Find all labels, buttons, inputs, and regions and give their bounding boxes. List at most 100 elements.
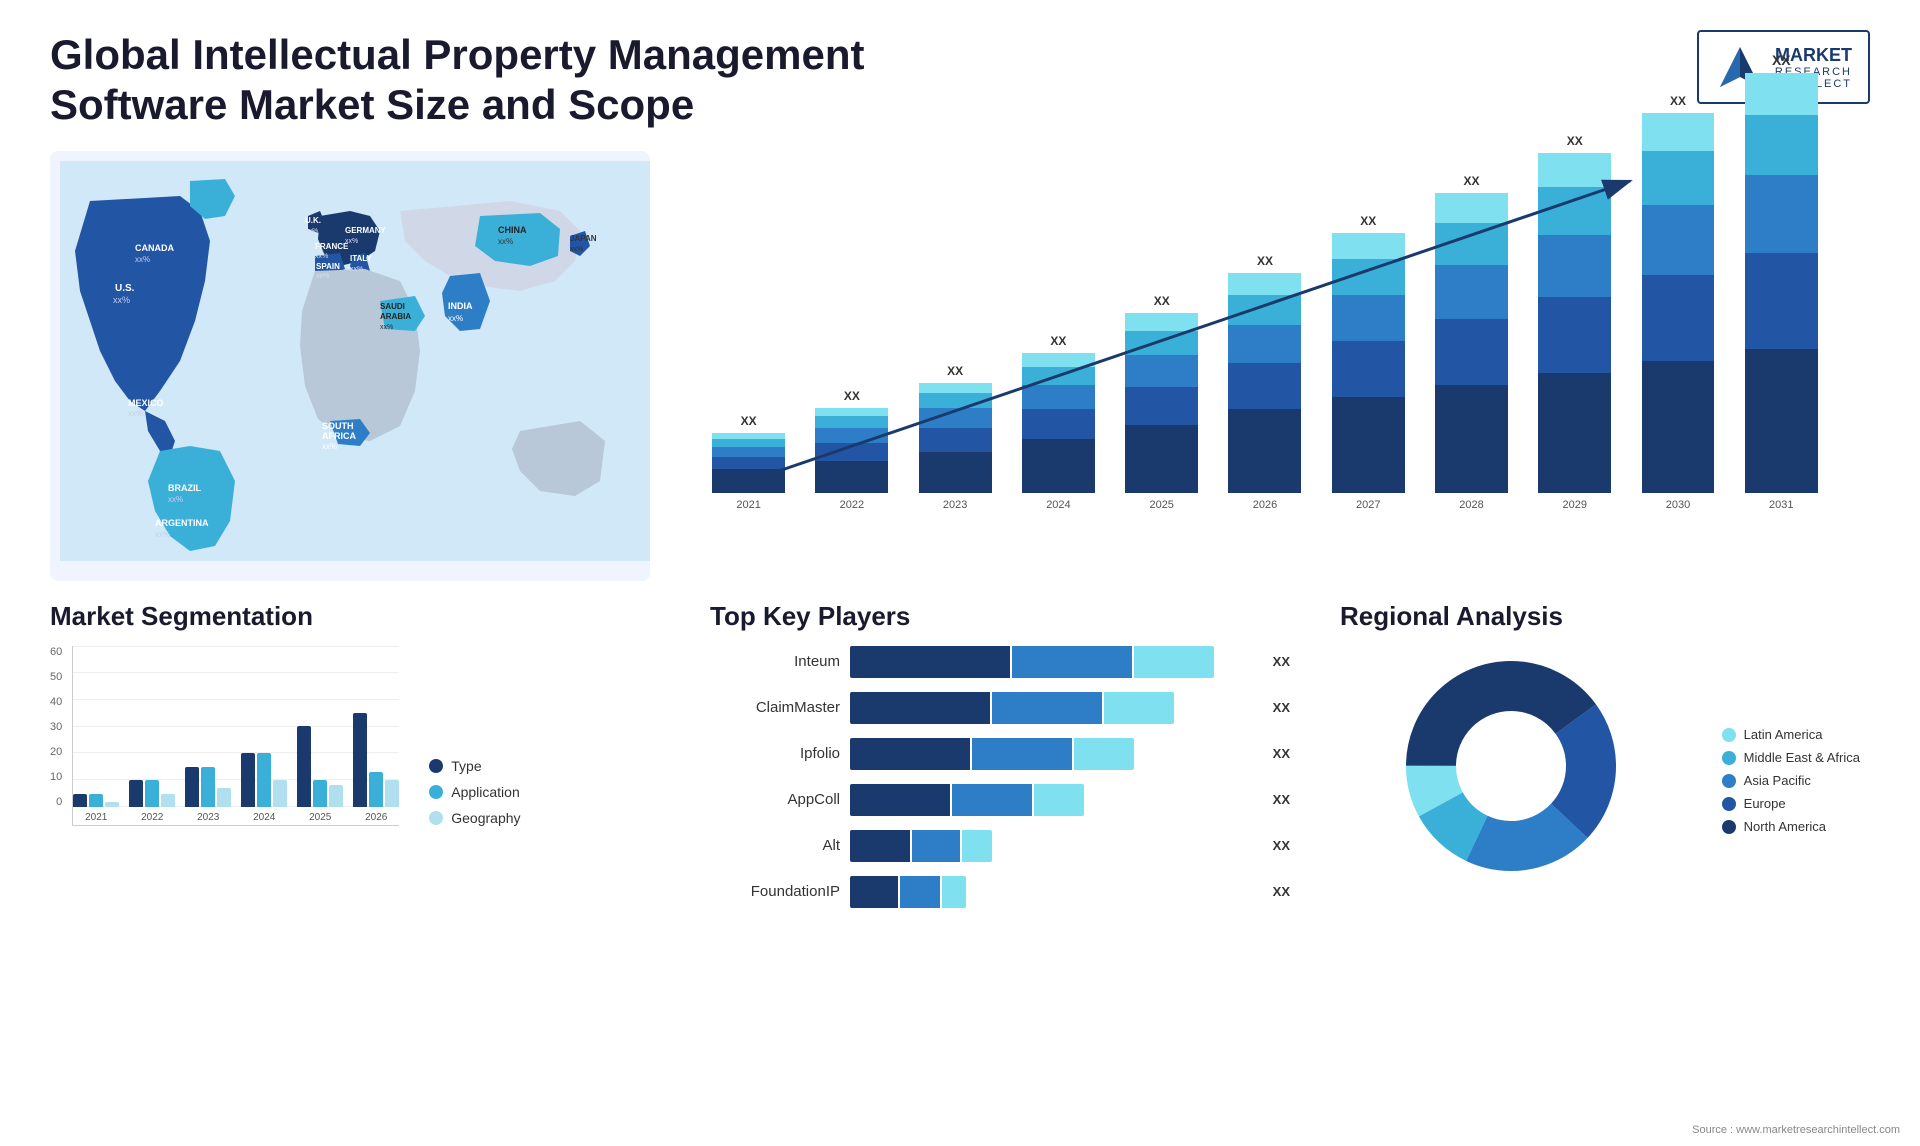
seg-group-2024: 2024 bbox=[241, 753, 287, 807]
bar-seg3-ac bbox=[1034, 784, 1084, 816]
header: Global Intellectual Property Management … bbox=[50, 30, 1870, 131]
bar-seg3-fp bbox=[942, 876, 966, 908]
svg-text:FRANCE: FRANCE bbox=[315, 242, 349, 251]
legend-app: Application bbox=[429, 784, 520, 800]
player-bar-ipfolio bbox=[850, 738, 1257, 770]
bar-label-2031: XX bbox=[1772, 52, 1791, 68]
top-row: U.S. xx% CANADA xx% MEXICO xx% BRAZIL xx… bbox=[50, 151, 1870, 581]
svg-text:xx%: xx% bbox=[168, 495, 183, 504]
bottom-row: Market Segmentation 0 10 20 30 40 50 60 bbox=[50, 591, 1870, 932]
bar-2026: XX 2026 bbox=[1216, 171, 1313, 511]
seg-app-2025 bbox=[313, 780, 327, 807]
seg-geo-2022 bbox=[161, 794, 175, 807]
grid-10 bbox=[73, 779, 399, 780]
seg-type-2025 bbox=[297, 726, 311, 807]
chart-area: XX 2021 XX bbox=[690, 171, 1840, 561]
source-text: Source : www.marketresearchintellect.com bbox=[1692, 1124, 1900, 1136]
svg-text:xx%: xx% bbox=[380, 324, 393, 331]
svg-text:xx%: xx% bbox=[448, 314, 463, 323]
svg-text:xx%: xx% bbox=[305, 228, 318, 235]
svg-text:GERMANY: GERMANY bbox=[345, 226, 387, 235]
y-20: 20 bbox=[50, 746, 62, 758]
key-players-title: Top Key Players bbox=[710, 601, 1290, 632]
svg-text:BRAZIL: BRAZIL bbox=[168, 483, 201, 493]
bar-seg1-ip bbox=[850, 738, 970, 770]
seg-geo-2021 bbox=[105, 802, 119, 807]
bar-stack-2030 bbox=[1642, 113, 1715, 493]
player-row-appcoll: AppColl XX bbox=[710, 784, 1290, 816]
year-2023: 2023 bbox=[943, 499, 967, 511]
bar-2031: XX 2031 bbox=[1733, 171, 1830, 511]
bar-2022: XX 2022 bbox=[803, 171, 900, 511]
bar-seg2-cm bbox=[992, 692, 1102, 724]
bar-stack-2021 bbox=[712, 433, 785, 493]
year-2024: 2024 bbox=[1046, 499, 1070, 511]
bar-label-2030: XX bbox=[1670, 94, 1686, 108]
legend-mea-dot bbox=[1722, 751, 1736, 765]
legend-type: Type bbox=[429, 758, 520, 774]
regional-layout: Latin America Middle East & Africa Asia … bbox=[1340, 646, 1860, 906]
bar-seg2-ac bbox=[952, 784, 1032, 816]
seg-label-2022: 2022 bbox=[141, 812, 163, 823]
player-bar-alt bbox=[850, 830, 1257, 862]
world-map-svg: U.S. xx% CANADA xx% MEXICO xx% BRAZIL xx… bbox=[60, 161, 650, 561]
svg-text:SOUTH: SOUTH bbox=[322, 421, 354, 431]
bar-label-2023: XX bbox=[947, 364, 963, 378]
svg-text:xx%: xx% bbox=[322, 442, 337, 451]
bar-2025: XX 2025 bbox=[1113, 171, 1210, 511]
legend-latin-label: Latin America bbox=[1744, 727, 1823, 742]
seg-app-2023 bbox=[201, 767, 215, 807]
bar-stack-2029 bbox=[1538, 153, 1611, 493]
player-name-alt: Alt bbox=[710, 837, 840, 854]
bar-2030: XX 2030 bbox=[1629, 171, 1726, 511]
svg-text:U.S.: U.S. bbox=[115, 283, 135, 294]
bar-2023: XX 2023 bbox=[907, 171, 1004, 511]
player-val-alt: XX bbox=[1273, 838, 1290, 853]
seg-label-2021: 2021 bbox=[85, 812, 107, 823]
player-val-inteum: XX bbox=[1273, 654, 1290, 669]
grid-lines bbox=[73, 646, 399, 807]
grid-50 bbox=[73, 672, 399, 673]
seg-group-2022: 2022 bbox=[129, 780, 175, 807]
grid-40 bbox=[73, 699, 399, 700]
seg-geo-2025 bbox=[329, 785, 343, 807]
svg-text:SPAIN: SPAIN bbox=[316, 262, 340, 271]
bar-2028: XX 2028 bbox=[1423, 171, 1520, 511]
bar-seg1-inteum bbox=[850, 646, 1010, 678]
bar-label-2028: XX bbox=[1463, 174, 1479, 188]
svg-text:xx%: xx% bbox=[350, 266, 363, 273]
bar-seg1-cm bbox=[850, 692, 990, 724]
svg-text:xx%: xx% bbox=[498, 237, 513, 246]
legend-mea-label: Middle East & Africa bbox=[1744, 750, 1860, 765]
svg-text:xx%: xx% bbox=[135, 255, 150, 264]
grid-30 bbox=[73, 726, 399, 727]
y-50: 50 bbox=[50, 671, 62, 683]
legend-geo-dot bbox=[429, 811, 443, 825]
regional-section: Regional Analysis bbox=[1330, 591, 1870, 932]
player-bar-foundationip bbox=[850, 876, 1257, 908]
y-10: 10 bbox=[50, 771, 62, 783]
bar-seg2-fp bbox=[900, 876, 940, 908]
seg-group-2026: 2026 bbox=[353, 713, 399, 807]
legend-europe-label: Europe bbox=[1744, 796, 1786, 811]
y-40: 40 bbox=[50, 696, 62, 708]
year-2021: 2021 bbox=[736, 499, 760, 511]
bar-label-2025: XX bbox=[1154, 294, 1170, 308]
legend-app-dot bbox=[429, 785, 443, 799]
bar-seg3-ip bbox=[1074, 738, 1134, 770]
donut-chart bbox=[1391, 646, 1651, 906]
player-name-claimmaster: ClaimMaster bbox=[710, 699, 840, 716]
page-container: Global Intellectual Property Management … bbox=[0, 0, 1920, 1146]
bar-2024: XX 2024 bbox=[1010, 171, 1107, 511]
seg-app-2021 bbox=[89, 794, 103, 807]
year-2028: 2028 bbox=[1459, 499, 1483, 511]
seg-geo-2024 bbox=[273, 780, 287, 807]
svg-text:MEXICO: MEXICO bbox=[128, 398, 164, 408]
year-2030: 2030 bbox=[1666, 499, 1690, 511]
svg-text:CHINA: CHINA bbox=[498, 225, 527, 235]
player-name-inteum: Inteum bbox=[710, 653, 840, 670]
regional-title: Regional Analysis bbox=[1340, 601, 1860, 632]
legend-type-label: Type bbox=[451, 758, 481, 774]
grid-0 bbox=[73, 806, 399, 807]
player-bar-appcoll bbox=[850, 784, 1257, 816]
